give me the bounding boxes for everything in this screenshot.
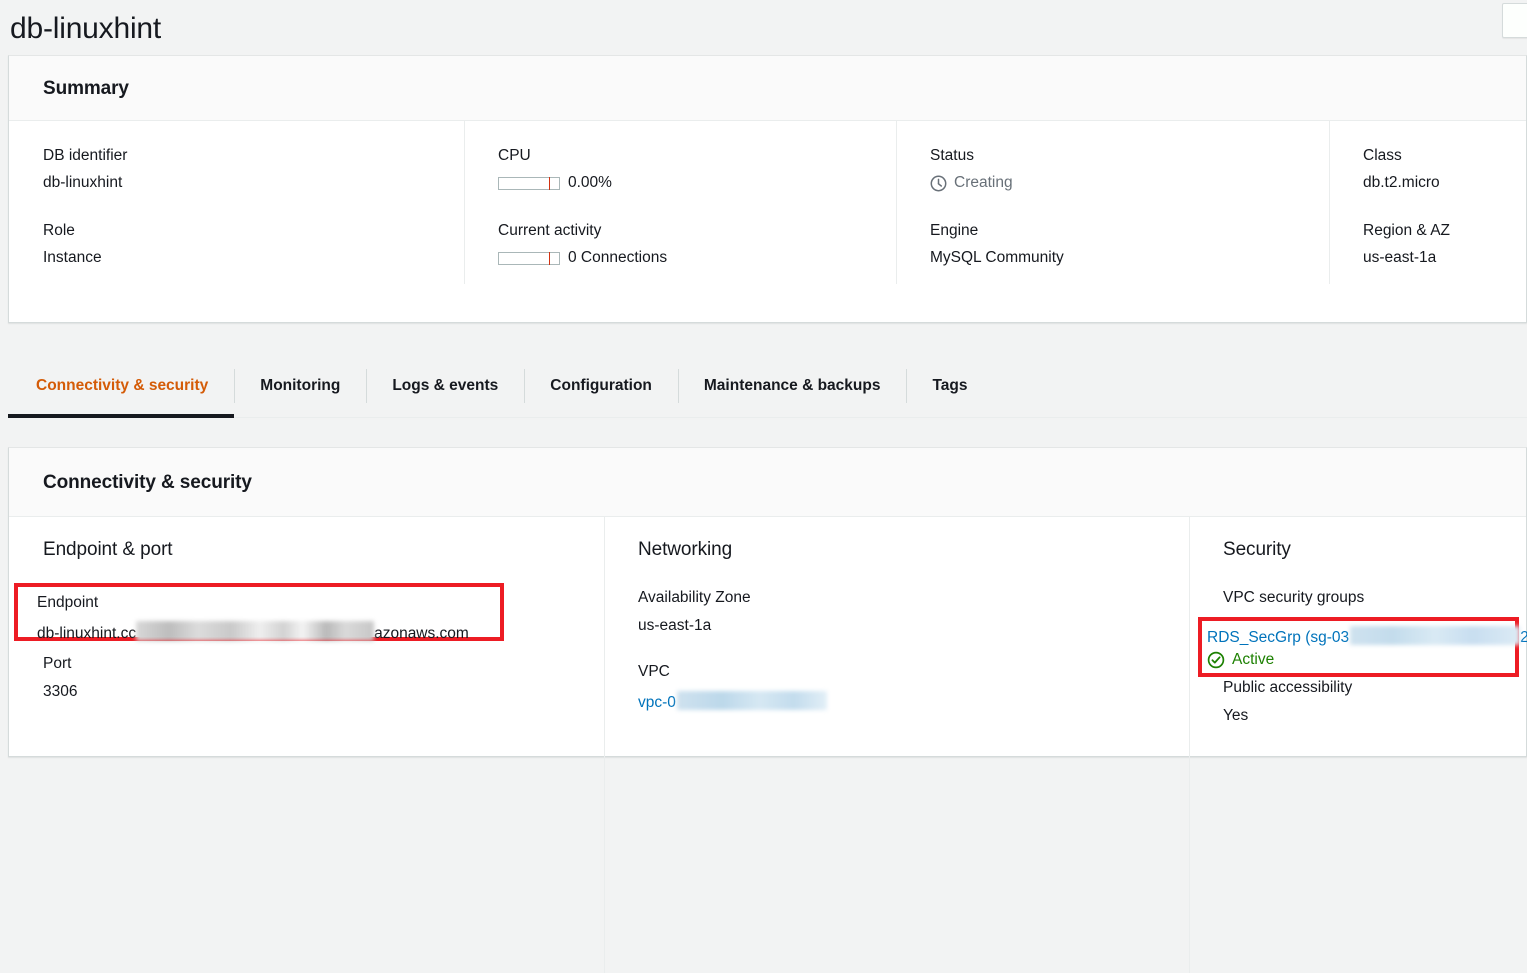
tab-maintenance-backups[interactable]: Maintenance & backups — [677, 355, 907, 417]
networking-column: Networking Availability Zone us-east-1a … — [604, 517, 1189, 973]
endpoint-suffix: azonaws.com — [374, 625, 469, 642]
region-az-label: Region & AZ — [1363, 222, 1451, 239]
endpoint-port-heading: Endpoint & port — [43, 539, 173, 560]
security-group-redaction — [1350, 626, 1521, 645]
security-group-value: RDS_SecGrp (sg-03 2) — [1207, 626, 1527, 647]
page-title: db-linuxhint — [10, 12, 162, 45]
summary-panel: Summary DB identifier db-linuxhint Role … — [8, 55, 1527, 323]
public-accessibility-value: Yes — [1223, 707, 1249, 724]
port-label: Port — [43, 655, 72, 672]
networking-heading: Networking — [638, 539, 733, 560]
summary-heading: Summary — [43, 78, 129, 99]
status-label: Status — [930, 147, 974, 164]
security-group-status-text: Active — [1232, 651, 1275, 668]
summary-column-status: Status Creating Engine MySQL Community — [896, 121, 1329, 301]
role-value: Instance — [43, 249, 102, 266]
endpoint-label: Endpoint — [37, 594, 99, 611]
vpc-label: VPC — [638, 663, 670, 680]
vpc-redaction — [676, 691, 827, 710]
endpoint-redaction — [136, 621, 375, 641]
connectivity-heading: Connectivity & security — [43, 472, 252, 493]
tab-bar: Connectivity & security Monitoring Logs … — [8, 355, 1527, 418]
current-activity-label: Current activity — [498, 222, 602, 239]
availability-zone-label: Availability Zone — [638, 589, 751, 606]
status-badge: Creating — [930, 174, 1329, 192]
security-group-highlight-box: RDS_SecGrp (sg-03 2) Active — [1198, 617, 1527, 677]
summary-header: Summary — [9, 56, 1526, 121]
availability-zone-value: us-east-1a — [638, 617, 712, 634]
endpoint-value: db-linuxhint.cc azonaws.com — [37, 621, 500, 643]
security-group-status: Active — [1207, 651, 1515, 669]
cpu-value: 0.00% — [568, 174, 612, 191]
top-right-control[interactable] — [1502, 3, 1527, 38]
connections-value: 0 Connections — [568, 249, 668, 266]
tab-monitoring[interactable]: Monitoring — [234, 355, 366, 417]
status-value: Creating — [954, 174, 1013, 191]
tab-logs-events[interactable]: Logs & events — [366, 355, 524, 417]
summary-column-identity: DB identifier db-linuxhint Role Instance — [9, 129, 464, 301]
port-value: 3306 — [43, 683, 78, 700]
cpu-metric: 0.00% — [498, 174, 896, 192]
endpoint-prefix: db-linuxhint.cc — [37, 625, 137, 642]
region-az-value: us-east-1a — [1363, 249, 1437, 266]
security-heading: Security — [1223, 539, 1291, 560]
security-group-suffix: 2) — [1520, 629, 1527, 646]
tab-tags[interactable]: Tags — [906, 355, 993, 417]
vpc-security-groups-label: VPC security groups — [1223, 589, 1365, 606]
engine-label: Engine — [930, 222, 979, 239]
tab-configuration[interactable]: Configuration — [524, 355, 678, 417]
db-identifier-label: DB identifier — [43, 147, 128, 164]
role-label: Role — [43, 222, 75, 239]
connectivity-header: Connectivity & security — [9, 448, 1526, 517]
current-activity-metric: 0 Connections — [498, 249, 896, 267]
summary-column-class: Class db.t2.micro Region & AZ us-east-1a — [1329, 121, 1526, 301]
vpc-link[interactable]: vpc-0 — [638, 694, 676, 711]
class-label: Class — [1363, 147, 1402, 164]
tab-connectivity-security[interactable]: Connectivity & security — [8, 355, 235, 418]
summary-body: DB identifier db-linuxhint Role Instance… — [9, 121, 1526, 301]
vpc-value-row: vpc-0 — [638, 691, 1189, 712]
db-identifier-value: db-linuxhint — [43, 174, 123, 191]
security-group-link[interactable]: RDS_SecGrp (sg-03 — [1207, 629, 1349, 646]
cpu-meter-bar — [498, 176, 560, 190]
engine-value: MySQL Community — [930, 249, 1064, 266]
connections-meter-bar — [498, 251, 560, 265]
endpoint-highlight-box: Endpoint db-linuxhint.cc azonaws.com — [14, 583, 504, 643]
cpu-label: CPU — [498, 147, 531, 164]
check-circle-icon — [1207, 651, 1225, 669]
public-accessibility-label: Public accessibility — [1223, 679, 1353, 696]
class-value: db.t2.micro — [1363, 174, 1440, 191]
summary-column-metrics: CPU 0.00% Current activity 0 Connections — [464, 121, 896, 301]
clock-icon — [930, 175, 947, 191]
